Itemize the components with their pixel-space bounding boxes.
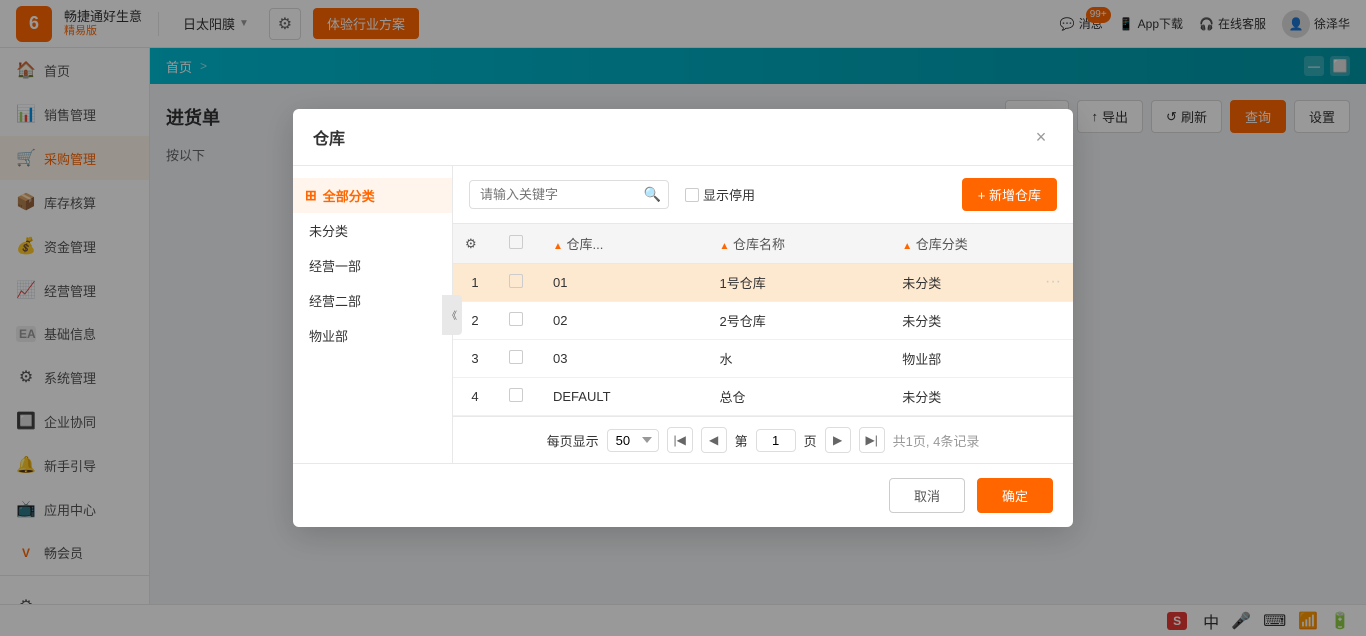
modal-footer: 取消 确定: [293, 463, 1073, 527]
collapse-sidebar-button[interactable]: 《: [442, 295, 462, 335]
sort-icon-cat: ▲: [902, 241, 912, 252]
row-checkbox-3[interactable]: [509, 350, 523, 364]
row-cat-3: 物业部: [890, 340, 1073, 378]
table-container: ⚙ ▲ 仓库... ▲ 仓库名称: [453, 224, 1073, 416]
add-warehouse-button[interactable]: + 新增仓库: [962, 178, 1057, 211]
category-item-ops1[interactable]: 经营一部: [293, 248, 452, 283]
row-name-1: 1号仓库: [707, 264, 890, 302]
row-checkbox-4[interactable]: [509, 388, 523, 402]
table-row[interactable]: 4 DEFAULT 总仓 未分类: [453, 378, 1073, 416]
modal-header: 仓库 ×: [293, 109, 1073, 166]
row-check-3[interactable]: [497, 340, 541, 378]
search-icon[interactable]: 🔍: [644, 186, 661, 203]
row-code-3: 03: [541, 340, 707, 378]
row-more-1[interactable]: ···: [1045, 273, 1061, 291]
row-name-3: 水: [707, 340, 890, 378]
row-num-3: 3: [453, 340, 497, 378]
row-code-1: 01: [541, 264, 707, 302]
modal-overlay: 仓库 × ⊞ 全部分类 未分类 经营一部 经营二部 物业部 《: [0, 0, 1366, 636]
row-code-2: 02: [541, 302, 707, 340]
search-input[interactable]: [469, 180, 669, 209]
col-checkbox: [497, 224, 541, 264]
col-name: ▲ 仓库名称: [707, 224, 890, 264]
col-gear: ⚙: [453, 224, 497, 264]
row-cat-1: 未分类 ···: [890, 264, 1073, 302]
page-number-input[interactable]: [756, 429, 796, 452]
modal-title: 仓库: [313, 125, 345, 149]
category-sidebar: ⊞ 全部分类 未分类 经营一部 经营二部 物业部 《: [293, 166, 453, 463]
row-cat-4: 未分类: [890, 378, 1073, 416]
row-num-1: 1: [471, 275, 478, 290]
table-row[interactable]: 3 03 水 物业部: [453, 340, 1073, 378]
warehouse-modal: 仓库 × ⊞ 全部分类 未分类 经营一部 经营二部 物业部 《: [293, 109, 1073, 527]
row-cat-2: 未分类: [890, 302, 1073, 340]
sort-icon: ▲: [553, 241, 563, 252]
confirm-button[interactable]: 确定: [977, 478, 1053, 513]
page-label-left: 第: [735, 431, 748, 450]
per-page-label: 每页显示: [547, 431, 599, 450]
row-checkbox-2[interactable]: [509, 312, 523, 326]
category-header[interactable]: ⊞ 全部分类: [293, 178, 452, 213]
page-total: 共1页, 4条记录: [893, 431, 980, 450]
col-category: ▲ 仓库分类: [890, 224, 1073, 264]
category-item-unclassified[interactable]: 未分类: [293, 213, 452, 248]
disabled-checkbox[interactable]: [685, 188, 699, 202]
per-page-select[interactable]: 50 100 200: [607, 429, 659, 452]
grid-icon: ⊞: [305, 187, 317, 204]
row-checkbox-1[interactable]: [509, 274, 523, 288]
cancel-button[interactable]: 取消: [889, 478, 965, 513]
search-wrap: 🔍: [469, 180, 669, 209]
row-name-2: 2号仓库: [707, 302, 890, 340]
page-prev-button[interactable]: ◀: [701, 427, 727, 453]
sort-icon-name: ▲: [719, 241, 729, 252]
row-name-4: 总仓: [707, 378, 890, 416]
row-num-4: 4: [453, 378, 497, 416]
table-header-row: ⚙ ▲ 仓库... ▲ 仓库名称: [453, 224, 1073, 264]
row-code-4: DEFAULT: [541, 378, 707, 416]
page-next-button[interactable]: ▶: [825, 427, 851, 453]
row-check-2[interactable]: [497, 302, 541, 340]
table-row[interactable]: 1 01 1号仓库 未分类 ···: [453, 264, 1073, 302]
table-toolbar: 🔍 显示停用 + 新增仓库: [453, 166, 1073, 224]
header-checkbox[interactable]: [509, 235, 523, 249]
category-item-property[interactable]: 物业部: [293, 318, 452, 353]
page-last-button[interactable]: ▶|: [859, 427, 885, 453]
row-check-4[interactable]: [497, 378, 541, 416]
modal-close-button[interactable]: ×: [1029, 125, 1053, 149]
modal-body: ⊞ 全部分类 未分类 经营一部 经营二部 物业部 《 🔍: [293, 166, 1073, 463]
show-disabled-toggle[interactable]: 显示停用: [685, 185, 755, 204]
page-first-button[interactable]: |◀: [667, 427, 693, 453]
col-gear-icon: ⚙: [465, 236, 477, 251]
col-code: ▲ 仓库...: [541, 224, 707, 264]
pagination-bar: 每页显示 50 100 200 |◀ ◀ 第 页 ▶ ▶| 共1页, 4条记录: [453, 416, 1073, 463]
table-row[interactable]: 2 02 2号仓库 未分类: [453, 302, 1073, 340]
page-label-right: 页: [804, 431, 817, 450]
warehouse-table: ⚙ ▲ 仓库... ▲ 仓库名称: [453, 224, 1073, 416]
table-area: 🔍 显示停用 + 新增仓库 ⚙: [453, 166, 1073, 463]
category-item-ops2[interactable]: 经营二部: [293, 283, 452, 318]
row-check-1[interactable]: [497, 264, 541, 302]
